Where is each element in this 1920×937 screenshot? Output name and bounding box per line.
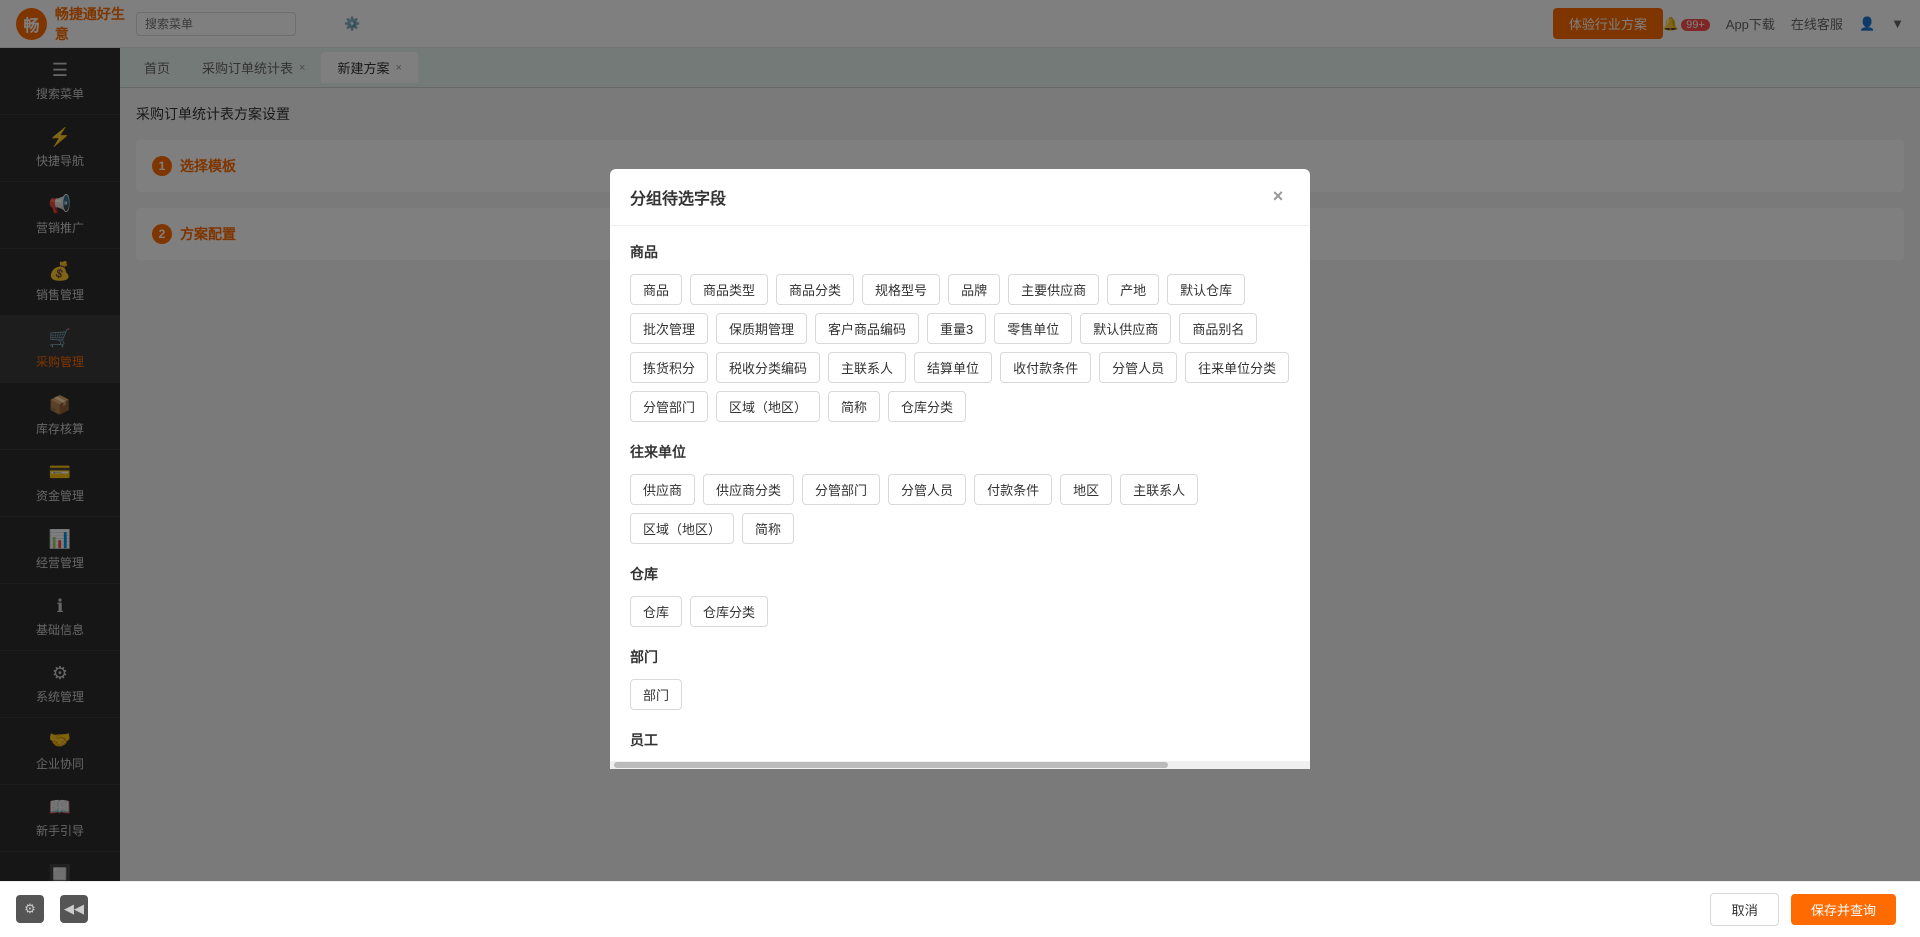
field-tag-1-7[interactable]: 区域（地区） bbox=[630, 513, 734, 544]
field-tag-0-14[interactable]: 商品别名 bbox=[1179, 313, 1257, 344]
field-tag-0-6[interactable]: 产地 bbox=[1107, 274, 1159, 305]
field-tag-0-5[interactable]: 主要供应商 bbox=[1008, 274, 1099, 305]
modal-body[interactable]: 商品商品商品类型商品分类规格型号品牌主要供应商产地默认仓库批次管理保质期管理客户… bbox=[610, 226, 1310, 761]
hscroll-bar bbox=[614, 762, 1168, 768]
save-button[interactable]: 保存并查询 bbox=[1791, 894, 1896, 925]
field-tag-0-13[interactable]: 默认供应商 bbox=[1080, 313, 1171, 344]
field-tag-0-11[interactable]: 重量3 bbox=[927, 313, 986, 344]
audio-icon-left[interactable]: ◀◀ bbox=[60, 895, 88, 923]
field-section-title-3: 部门 bbox=[630, 647, 1290, 667]
field-tag-0-23[interactable]: 区域（地区） bbox=[716, 391, 820, 422]
field-tag-1-3[interactable]: 分管人员 bbox=[888, 474, 966, 505]
modal-overlay: 分组待选字段 × 商品商品商品类型商品分类规格型号品牌主要供应商产地默认仓库批次… bbox=[0, 0, 1920, 937]
field-tag-0-8[interactable]: 批次管理 bbox=[630, 313, 708, 344]
field-tag-1-2[interactable]: 分管部门 bbox=[802, 474, 880, 505]
field-tag-3-0[interactable]: 部门 bbox=[630, 679, 682, 710]
field-tag-1-5[interactable]: 地区 bbox=[1060, 474, 1112, 505]
modal-title: 分组待选字段 bbox=[630, 185, 726, 209]
field-tag-0-9[interactable]: 保质期管理 bbox=[716, 313, 807, 344]
field-tag-1-4[interactable]: 付款条件 bbox=[974, 474, 1052, 505]
field-tag-0-15[interactable]: 拣货积分 bbox=[630, 352, 708, 383]
field-tag-2-1[interactable]: 仓库分类 bbox=[690, 596, 768, 627]
field-tag-0-19[interactable]: 收付款条件 bbox=[1000, 352, 1091, 383]
field-tag-1-0[interactable]: 供应商 bbox=[630, 474, 695, 505]
bottom-bar: 取消 保存并查询 bbox=[0, 881, 1920, 937]
field-tag-0-20[interactable]: 分管人员 bbox=[1099, 352, 1177, 383]
field-tag-0-25[interactable]: 仓库分类 bbox=[888, 391, 966, 422]
field-section-title-1: 往来单位 bbox=[630, 442, 1290, 462]
field-tag-2-0[interactable]: 仓库 bbox=[630, 596, 682, 627]
bottom-left-icons: ⚙ ◀◀ bbox=[0, 881, 104, 937]
field-tag-0-18[interactable]: 结算单位 bbox=[914, 352, 992, 383]
field-tag-0-3[interactable]: 规格型号 bbox=[862, 274, 940, 305]
field-tag-0-4[interactable]: 品牌 bbox=[948, 274, 1000, 305]
field-tags-0: 商品商品类型商品分类规格型号品牌主要供应商产地默认仓库批次管理保质期管理客户商品… bbox=[630, 274, 1290, 422]
settings-icon-left[interactable]: ⚙ bbox=[16, 895, 44, 923]
field-tags-3: 部门 bbox=[630, 679, 1290, 710]
field-section-title-4: 员工 bbox=[630, 730, 1290, 750]
field-tag-0-1[interactable]: 商品类型 bbox=[690, 274, 768, 305]
field-section-4: 员工业务员 bbox=[630, 730, 1290, 761]
field-tag-0-2[interactable]: 商品分类 bbox=[776, 274, 854, 305]
field-tag-0-16[interactable]: 税收分类编码 bbox=[716, 352, 820, 383]
field-tags-1: 供应商供应商分类分管部门分管人员付款条件地区主联系人区域（地区） 简称 bbox=[630, 474, 1290, 544]
modal-close-button[interactable]: × bbox=[1266, 185, 1290, 209]
field-tag-0-0[interactable]: 商品 bbox=[630, 274, 682, 305]
field-tag-1-8[interactable]: 简称 bbox=[742, 513, 794, 544]
cancel-button[interactable]: 取消 bbox=[1710, 893, 1779, 926]
modal-header: 分组待选字段 × bbox=[610, 169, 1310, 226]
field-section-title-0: 商品 bbox=[630, 242, 1290, 262]
field-tag-0-22[interactable]: 分管部门 bbox=[630, 391, 708, 422]
field-tag-0-10[interactable]: 客户商品编码 bbox=[815, 313, 919, 344]
field-section-1: 往来单位供应商供应商分类分管部门分管人员付款条件地区主联系人区域（地区） 简称 bbox=[630, 442, 1290, 544]
field-tag-0-24[interactable]: 简称 bbox=[828, 391, 880, 422]
field-tag-1-1[interactable]: 供应商分类 bbox=[703, 474, 794, 505]
field-tag-0-17[interactable]: 主联系人 bbox=[828, 352, 906, 383]
field-tag-0-21[interactable]: 往来单位分类 bbox=[1185, 352, 1289, 383]
field-tag-0-7[interactable]: 默认仓库 bbox=[1167, 274, 1245, 305]
field-section-3: 部门部门 bbox=[630, 647, 1290, 710]
field-section-0: 商品商品商品类型商品分类规格型号品牌主要供应商产地默认仓库批次管理保质期管理客户… bbox=[630, 242, 1290, 422]
field-tag-1-6[interactable]: 主联系人 bbox=[1120, 474, 1198, 505]
field-section-2: 仓库仓库仓库分类 bbox=[630, 564, 1290, 627]
modal: 分组待选字段 × 商品商品商品类型商品分类规格型号品牌主要供应商产地默认仓库批次… bbox=[610, 169, 1310, 769]
field-tags-2: 仓库仓库分类 bbox=[630, 596, 1290, 627]
field-tag-0-12[interactable]: 零售单位 bbox=[994, 313, 1072, 344]
modal-hscroll bbox=[610, 761, 1310, 769]
field-section-title-2: 仓库 bbox=[630, 564, 1290, 584]
